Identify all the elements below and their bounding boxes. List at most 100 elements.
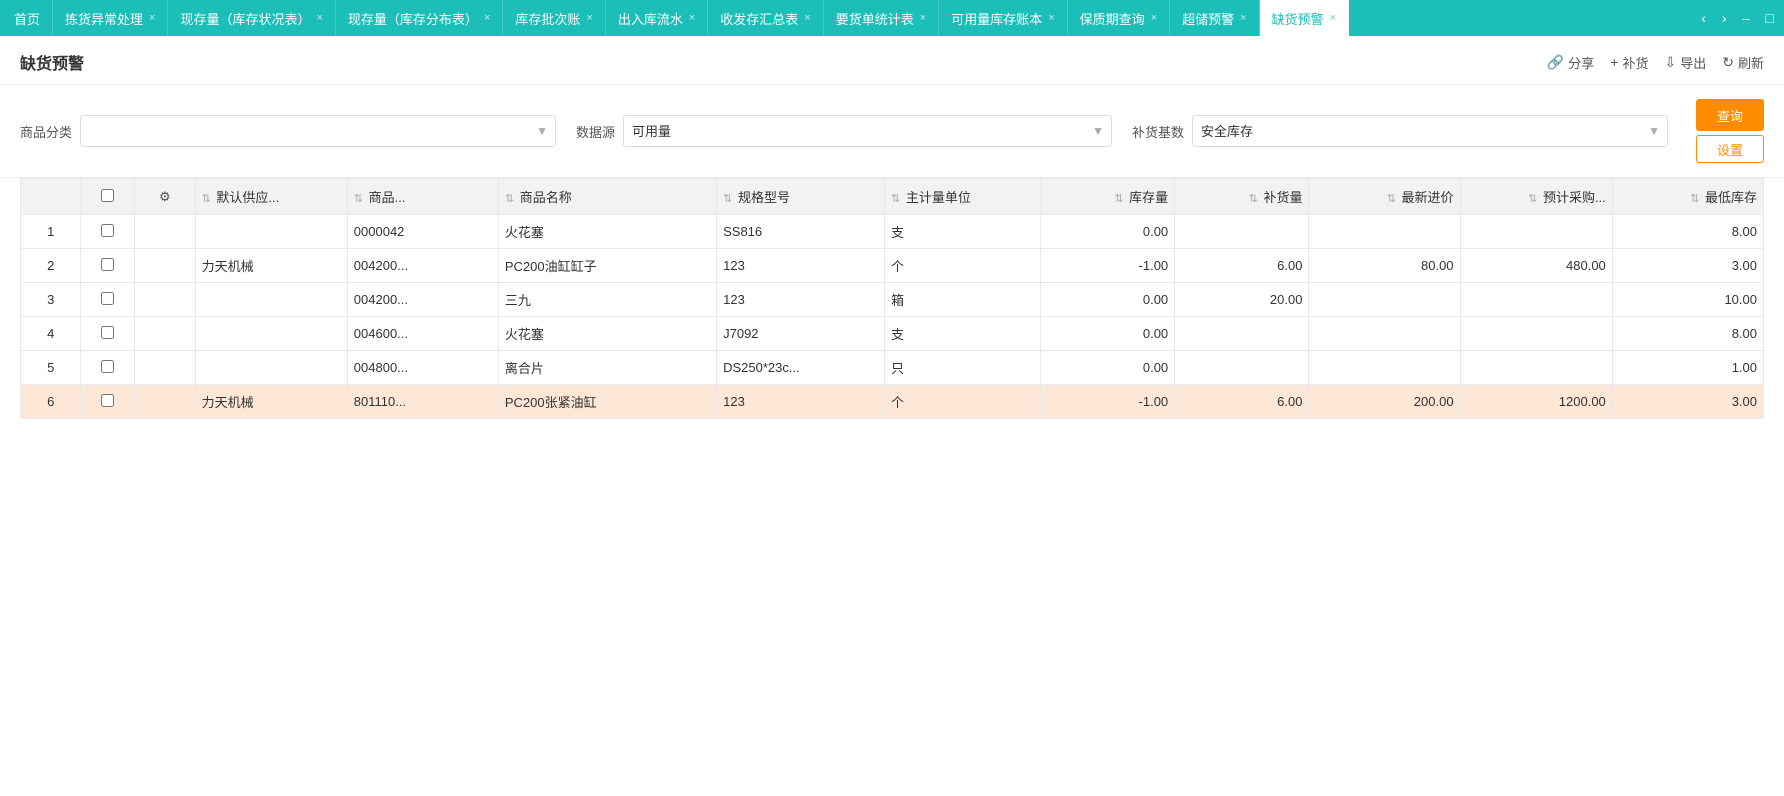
cell-unit-3: 支 xyxy=(884,317,1040,351)
sort-icon-unit: ⇅ xyxy=(891,193,900,205)
cell-name-0: 火花塞 xyxy=(498,215,716,249)
table-row: 4 004600... 火花塞 J7092 支 0.00 8.00 xyxy=(21,317,1764,351)
tab-in-out-flow[interactable]: 出入库流水 × xyxy=(606,0,708,36)
datasource-filter-group: 数据源 可用量 库存量 ▼ xyxy=(576,115,1112,147)
settings-button[interactable]: 设置 xyxy=(1696,135,1764,163)
cell-check-3[interactable] xyxy=(81,317,135,351)
tab-minimize[interactable]: ⎯ xyxy=(1735,0,1758,36)
table-body: 1 0000042 火花塞 SS816 支 0.00 8.00 2 力天机械 0… xyxy=(21,215,1764,419)
col-header-unit: ⇅ 主计量单位 xyxy=(884,179,1040,215)
tab-close-shortage-warning[interactable]: × xyxy=(1330,12,1336,24)
tab-shelf-life[interactable]: 保质期查询 × xyxy=(1068,0,1170,36)
cell-stock-3: 0.00 xyxy=(1040,317,1174,351)
tab-close-in-out-flow[interactable]: × xyxy=(689,12,695,24)
replenish-basis-select[interactable]: 安全库存 最低库存 xyxy=(1192,115,1668,147)
data-table: ⚙ ⇅ 默认供应... ⇅ 商品... ⇅ 商品名称 ⇅ xyxy=(20,178,1764,419)
tab-close-current-stock-dist[interactable]: × xyxy=(484,12,490,24)
cell-minstk-0: 8.00 xyxy=(1612,215,1763,249)
table-row: 6 力天机械 801110... PC200张紧油缸 123 个 -1.00 6… xyxy=(21,385,1764,419)
col-header-settings: ⚙ xyxy=(135,179,195,215)
tab-demand-stats[interactable]: 要货单统计表 × xyxy=(824,0,939,36)
col-header-spec: ⇅ 规格型号 xyxy=(717,179,885,215)
table-row: 3 004200... 三九 123 箱 0.00 20.00 10.00 xyxy=(21,283,1764,317)
cell-replenish-4 xyxy=(1175,351,1309,385)
tab-shortage-warning[interactable]: 缺货预警 × xyxy=(1260,0,1349,36)
replenish-button[interactable]: + 补货 xyxy=(1610,53,1648,72)
col-header-minstk: ⇅ 最低库存 xyxy=(1612,179,1763,215)
tab-close-demand-stats[interactable]: × xyxy=(920,12,926,24)
cell-spec-5: 123 xyxy=(717,385,885,419)
row-checkbox-4[interactable] xyxy=(101,360,114,373)
query-button[interactable]: 查询 xyxy=(1696,99,1764,131)
tab-close-available-ledger[interactable]: × xyxy=(1048,12,1054,24)
cell-spec-3: J7092 xyxy=(717,317,885,351)
sort-icon-code: ⇅ xyxy=(354,193,363,205)
col-header-check[interactable] xyxy=(81,179,135,215)
cell-unit-0: 支 xyxy=(884,215,1040,249)
tab-close-pick-exception[interactable]: × xyxy=(149,12,155,24)
row-checkbox-5[interactable] xyxy=(101,394,114,407)
cell-forecast-2 xyxy=(1460,283,1612,317)
cell-num-4: 5 xyxy=(21,351,81,385)
category-filter-group: 商品分类 ▼ xyxy=(20,115,556,147)
cell-check-2[interactable] xyxy=(81,283,135,317)
tab-close-shelf-life[interactable]: × xyxy=(1151,12,1157,24)
export-button[interactable]: ⇩ 导出 xyxy=(1665,53,1707,72)
page-title: 缺货预警 xyxy=(20,50,84,74)
datasource-select[interactable]: 可用量 库存量 xyxy=(623,115,1112,147)
row-checkbox-1[interactable] xyxy=(101,258,114,271)
header-actions: 🔗 分享 + 补货 ⇩ 导出 ↻ 刷新 xyxy=(1547,53,1764,72)
refresh-icon: ↻ xyxy=(1722,54,1734,71)
cell-forecast-4 xyxy=(1460,351,1612,385)
table-wrap: ⚙ ⇅ 默认供应... ⇅ 商品... ⇅ 商品名称 ⇅ xyxy=(0,178,1784,419)
col-header-forecast: ⇅ 预计采购... xyxy=(1460,179,1612,215)
cell-stock-0: 0.00 xyxy=(1040,215,1174,249)
tab-pick-exception[interactable]: 拣货异常处理 × xyxy=(53,0,168,36)
cell-num-3: 4 xyxy=(21,317,81,351)
replenish-basis-filter-group: 补货基数 安全库存 最低库存 ▼ xyxy=(1132,115,1668,147)
tab-current-stock-dist[interactable]: 现存量（库存分布表） × xyxy=(336,0,503,36)
sort-icon-supplier: ⇅ xyxy=(202,193,211,205)
table-header-row: ⚙ ⇅ 默认供应... ⇅ 商品... ⇅ 商品名称 ⇅ xyxy=(21,179,1764,215)
tab-scroll-left[interactable]: ‹ xyxy=(1693,0,1714,36)
tab-available-ledger[interactable]: 可用量库存账本 × xyxy=(939,0,1067,36)
row-checkbox-0[interactable] xyxy=(101,224,114,237)
cell-supplier-2 xyxy=(195,283,347,317)
cell-stock-4: 0.00 xyxy=(1040,351,1174,385)
category-select-wrap: ▼ xyxy=(80,115,556,147)
cell-settings-5 xyxy=(135,385,195,419)
cell-supplier-4 xyxy=(195,351,347,385)
tab-nav-buttons: ‹ › ⎯ □ xyxy=(1693,0,1782,36)
share-button[interactable]: 🔗 分享 xyxy=(1547,53,1594,72)
settings-gear-icon[interactable]: ⚙ xyxy=(159,189,171,204)
tab-home[interactable]: 首页 xyxy=(2,0,53,36)
tab-current-stock-status[interactable]: 现存量（库存状况表） × xyxy=(168,0,335,36)
tab-overstock-warning[interactable]: 超储预警 × xyxy=(1170,0,1259,36)
refresh-button[interactable]: ↻ 刷新 xyxy=(1722,53,1764,72)
cell-check-1[interactable] xyxy=(81,249,135,283)
category-select[interactable] xyxy=(80,115,556,147)
tab-close-batch-account[interactable]: × xyxy=(586,12,592,24)
tab-close-receive-summary[interactable]: × xyxy=(804,12,810,24)
row-checkbox-2[interactable] xyxy=(101,292,114,305)
cell-check-4[interactable] xyxy=(81,351,135,385)
tab-receive-summary[interactable]: 收发存汇总表 × xyxy=(708,0,823,36)
select-all-checkbox[interactable] xyxy=(101,189,114,202)
cell-check-0[interactable] xyxy=(81,215,135,249)
cell-spec-4: DS250*23c... xyxy=(717,351,885,385)
table-row: 2 力天机械 004200... PC200油缸缸子 123 个 -1.00 6… xyxy=(21,249,1764,283)
col-header-supplier: ⇅ 默认供应... xyxy=(195,179,347,215)
cell-code-5: 801110... xyxy=(347,385,498,419)
tab-close-current-stock-status[interactable]: × xyxy=(316,12,322,24)
cell-forecast-0 xyxy=(1460,215,1612,249)
export-icon: ⇩ xyxy=(1665,54,1677,71)
cell-check-5[interactable] xyxy=(81,385,135,419)
cell-name-1: PC200油缸缸子 xyxy=(498,249,716,283)
tab-maximize[interactable]: □ xyxy=(1758,0,1782,36)
tab-batch-account[interactable]: 库存批次账 × xyxy=(503,0,605,36)
cell-supplier-0 xyxy=(195,215,347,249)
tab-scroll-right[interactable]: › xyxy=(1714,0,1735,36)
cell-stock-5: -1.00 xyxy=(1040,385,1174,419)
row-checkbox-3[interactable] xyxy=(101,326,114,339)
tab-close-overstock-warning[interactable]: × xyxy=(1240,12,1246,24)
